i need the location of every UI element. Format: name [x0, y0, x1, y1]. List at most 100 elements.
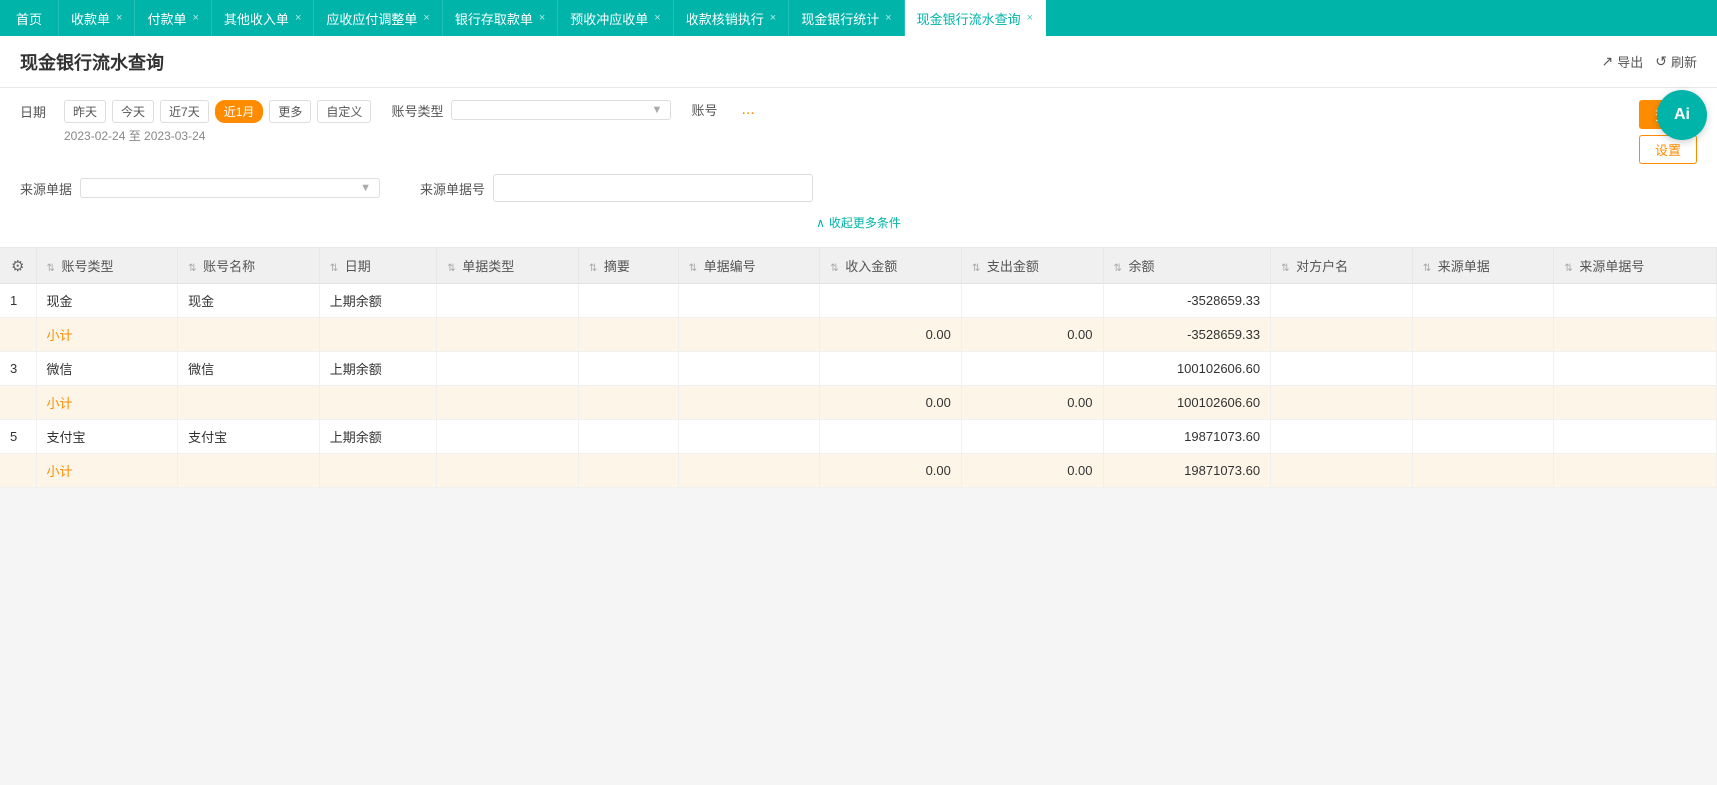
table-cell: 19871073.60: [1103, 420, 1271, 454]
ai-assistant-button[interactable]: Ai: [1657, 90, 1707, 140]
table-cell: [1554, 284, 1717, 318]
table-cell: [1412, 318, 1554, 352]
date-btn-yesterday[interactable]: 昨天: [64, 100, 106, 123]
close-icon[interactable]: ×: [539, 12, 545, 24]
col-date: ⇅ 日期: [319, 248, 436, 284]
chevron-down-icon: ▼: [652, 104, 663, 116]
account-type-select[interactable]: ▼: [451, 100, 671, 120]
date-btn-more[interactable]: 更多: [269, 100, 311, 123]
table-cell: [578, 318, 678, 352]
account-type-label: 账号类型: [391, 101, 443, 120]
table-cell: [1412, 352, 1554, 386]
table-cell: [1554, 352, 1717, 386]
table-cell: [437, 454, 579, 488]
date-btn-custom[interactable]: 自定义: [317, 100, 371, 123]
close-icon[interactable]: ×: [423, 12, 429, 24]
date-btn-7days[interactable]: 近7天: [160, 100, 209, 123]
table-cell: [678, 420, 820, 454]
nav-tab-其他收入单[interactable]: 其他收入单 ×: [212, 0, 314, 36]
account-dots-button[interactable]: ...: [735, 101, 760, 119]
table-cell: [1554, 420, 1717, 454]
nav-tab-收款单[interactable]: 收款单 ×: [59, 0, 135, 36]
sort-icon[interactable]: ⇅: [589, 263, 597, 274]
table-cell: [678, 284, 820, 318]
filter-area: 日期 昨天 今天 近7天 近1月 更多 自定义 2023-02-24 至 202…: [0, 88, 1717, 248]
close-icon[interactable]: ×: [116, 12, 122, 24]
sort-icon[interactable]: ⇅: [1423, 263, 1431, 274]
nav-tab-收款核销执行[interactable]: 收款核销执行 ×: [674, 0, 789, 36]
nav-tab-现金银行流水查询[interactable]: 现金银行流水查询 ×: [905, 0, 1046, 36]
table-cell: [319, 454, 436, 488]
table-cell: [820, 284, 962, 318]
date-options: 昨天 今天 近7天 近1月 更多 自定义: [64, 100, 371, 123]
page-header: 现金银行流水查询 ↗ 导出 ↺ 刷新: [0, 36, 1717, 88]
close-icon[interactable]: ×: [770, 12, 776, 24]
table-cell: 100102606.60: [1103, 352, 1271, 386]
table-cell: [820, 352, 962, 386]
nav-tab-应收应付调整单[interactable]: 应收应付调整单 ×: [314, 0, 442, 36]
table-row[interactable]: 小计0.000.0019871073.60: [0, 454, 1717, 488]
export-button[interactable]: ↗ 导出: [1602, 52, 1644, 71]
nav-tab-付款单[interactable]: 付款单 ×: [135, 0, 211, 36]
sort-icon[interactable]: ⇅: [1114, 263, 1122, 274]
close-icon[interactable]: ×: [192, 12, 198, 24]
date-btn-1month[interactable]: 近1月: [215, 100, 264, 123]
table-cell: [1271, 318, 1413, 352]
close-icon[interactable]: ×: [295, 12, 301, 24]
sort-icon[interactable]: ⇅: [188, 263, 196, 274]
table-settings-icon[interactable]: ⚙: [11, 258, 24, 275]
sort-icon[interactable]: ⇅: [447, 263, 455, 274]
close-icon[interactable]: ×: [1027, 12, 1033, 24]
table-cell: [1554, 454, 1717, 488]
close-icon[interactable]: ×: [654, 12, 660, 24]
table-cell: 0.00: [820, 386, 962, 420]
sort-icon[interactable]: ⇅: [689, 263, 697, 274]
table-row[interactable]: 小计0.000.00100102606.60: [0, 386, 1717, 420]
source-doc-select[interactable]: ▼: [80, 178, 380, 198]
col-summary: ⇅ 摘要: [578, 248, 678, 284]
nav-tab-现金银行统计[interactable]: 现金银行统计 ×: [789, 0, 904, 36]
table-cell: 支付宝: [178, 420, 320, 454]
refresh-button[interactable]: ↺ 刷新: [1655, 52, 1697, 71]
table-header-row: ⚙ ⇅ 账号类型 ⇅ 账号名称 ⇅ 日期 ⇅ 单据类型: [0, 248, 1717, 284]
settings-button[interactable]: 设置: [1639, 135, 1697, 164]
table-cell: 现金: [36, 284, 178, 318]
sort-icon[interactable]: ⇅: [47, 263, 55, 274]
date-btn-today[interactable]: 今天: [112, 100, 154, 123]
table-cell: [178, 386, 320, 420]
table-cell: [1554, 386, 1717, 420]
table-cell: [961, 420, 1103, 454]
table-cell: 小计: [36, 386, 178, 420]
nav-tab-银行存取款单[interactable]: 银行存取款单 ×: [443, 0, 558, 36]
table-cell: 现金: [178, 284, 320, 318]
sort-icon[interactable]: ⇅: [1281, 263, 1289, 274]
table-row[interactable]: 5支付宝支付宝上期余额19871073.60: [0, 420, 1717, 454]
nav-tab-预收冲应收单[interactable]: 预收冲应收单 ×: [558, 0, 673, 36]
table-cell: 上期余额: [319, 284, 436, 318]
col-doc-type: ⇅ 单据类型: [437, 248, 579, 284]
table-cell: 小计: [36, 318, 178, 352]
table-cell: [1271, 454, 1413, 488]
table-cell: [1412, 454, 1554, 488]
col-settings: ⚙: [0, 248, 36, 284]
nav-home[interactable]: 首页: [0, 0, 59, 36]
sort-icon[interactable]: ⇅: [830, 263, 838, 274]
close-icon[interactable]: ×: [885, 12, 891, 24]
table-cell: [578, 386, 678, 420]
table-cell: [1271, 284, 1413, 318]
sort-icon[interactable]: ⇅: [330, 263, 338, 274]
table-cell: 微信: [178, 352, 320, 386]
table-cell: 19871073.60: [1103, 454, 1271, 488]
table-row[interactable]: 1现金现金上期余额-3528659.33: [0, 284, 1717, 318]
collapse-bar[interactable]: ∧ 收起更多条件: [20, 210, 1697, 239]
table-row[interactable]: 3微信微信上期余额100102606.60: [0, 352, 1717, 386]
data-table: ⚙ ⇅ 账号类型 ⇅ 账号名称 ⇅ 日期 ⇅ 单据类型: [0, 248, 1717, 488]
table-cell: [578, 352, 678, 386]
table-cell: [437, 420, 579, 454]
col-counterparty: ⇅ 对方户名: [1271, 248, 1413, 284]
source-doc-num-input[interactable]: [493, 174, 813, 202]
table-cell: 0.00: [961, 386, 1103, 420]
sort-icon[interactable]: ⇅: [1564, 263, 1572, 274]
table-row[interactable]: 小计0.000.00-3528659.33: [0, 318, 1717, 352]
sort-icon[interactable]: ⇅: [972, 263, 980, 274]
